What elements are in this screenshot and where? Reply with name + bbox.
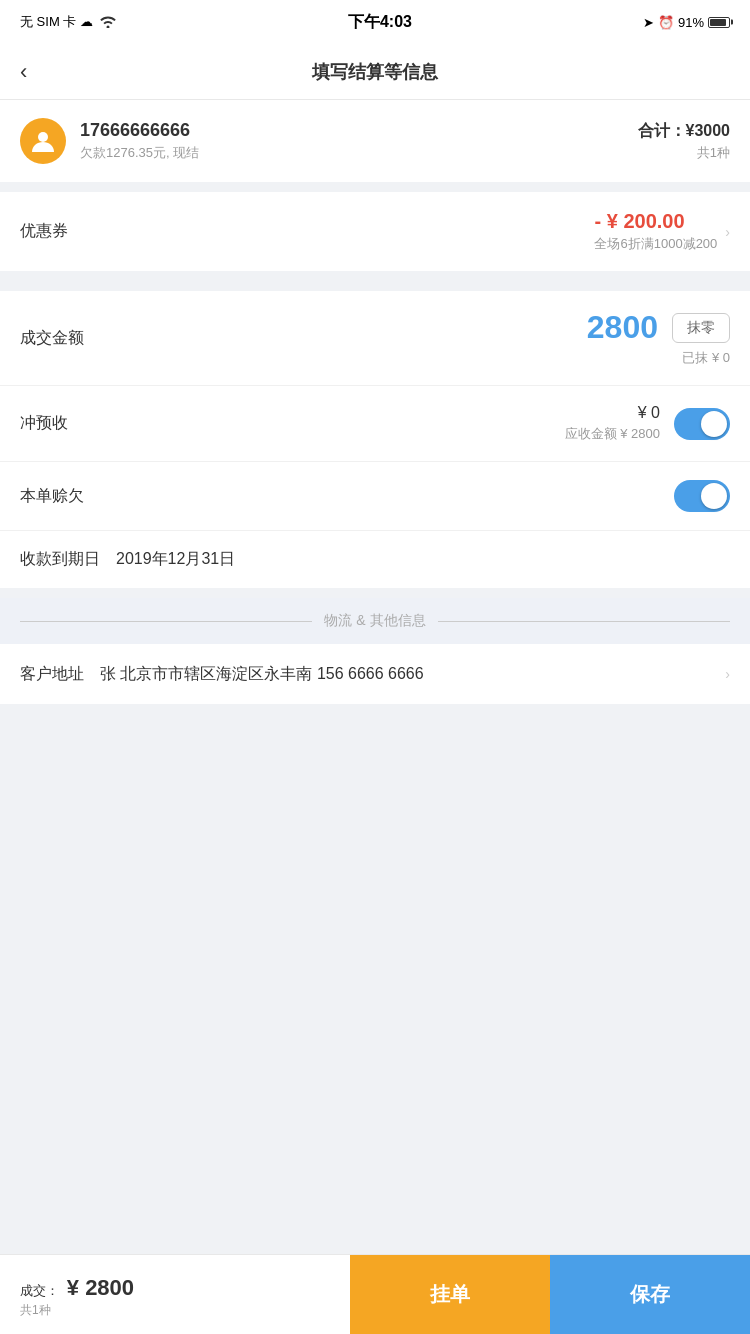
customer-debt: 欠款1276.35元, 现结 <box>80 144 199 162</box>
due-date-label: 收款到期日 <box>20 549 100 570</box>
footer: 成交： ¥ 2800 共1种 挂单 保存 <box>0 1254 750 1334</box>
deal-amount-value: 2800 <box>587 309 658 346</box>
footer-amount: ¥ 2800 <box>67 1275 134 1300</box>
address-label: 客户地址 <box>20 664 84 685</box>
battery-icon <box>708 17 730 28</box>
location-icon: ➤ <box>643 15 654 30</box>
deal-amount-label: 成交金额 <box>20 328 84 349</box>
customer-left: 17666666666 欠款1276.35元, 现结 <box>20 118 199 164</box>
svg-point-0 <box>38 132 48 142</box>
footer-deal-row: 成交： ¥ 2800 <box>20 1270 330 1302</box>
status-time: 下午4:03 <box>348 12 412 33</box>
wifi-icon <box>99 14 117 31</box>
prepay-sub: 应收金额 ¥ 2800 <box>565 425 660 443</box>
back-button[interactable]: ‹ <box>20 59 27 85</box>
customer-info: 17666666666 欠款1276.35元, 现结 <box>80 120 199 162</box>
footer-info: 成交： ¥ 2800 共1种 <box>0 1270 350 1319</box>
coupon-desc: 全场6折满1000减200 <box>594 235 717 253</box>
logistics-text: 物流 & 其他信息 <box>312 612 437 630</box>
prepay-value-block: ¥ 0 应收金额 ¥ 2800 <box>565 404 660 443</box>
status-bar: 无 SIM 卡 ☁ 下午4:03 ➤ ⏰ 91% <box>0 0 750 44</box>
address-arrow-icon: › <box>725 666 730 682</box>
footer-count: 共1种 <box>20 1302 330 1319</box>
coupon-amount: - ¥ 200.00 <box>594 210 717 233</box>
address-row[interactable]: 客户地址 张 北京市市辖区海淀区永丰南 156 6666 6666 › <box>0 644 750 704</box>
status-left: 无 SIM 卡 ☁ <box>20 13 117 31</box>
section-gap-1 <box>0 281 750 291</box>
debt-row: 本单赊欠 <box>0 461 750 530</box>
avatar <box>20 118 66 164</box>
form-section: 成交金额 2800 抹零 已抹 ¥ 0 冲预收 ¥ 0 应收金额 ¥ 2800 <box>0 291 750 588</box>
sim-label: 无 SIM 卡 ☁ <box>20 13 93 31</box>
prepay-toggle[interactable] <box>674 408 730 440</box>
page-title: 填写结算等信息 <box>312 60 438 84</box>
deal-amount-sub: 已抹 ¥ 0 <box>587 349 730 367</box>
customer-phone: 17666666666 <box>80 120 199 141</box>
save-button[interactable]: 保存 <box>550 1255 750 1335</box>
customer-card: 17666666666 欠款1276.35元, 现结 合计：¥3000 共1种 <box>0 100 750 182</box>
coupon-right: - ¥ 200.00 全场6折满1000减200 › <box>594 210 730 253</box>
bottom-spacer <box>0 704 750 824</box>
prepay-label: 冲预收 <box>20 413 68 434</box>
content-area: 17666666666 欠款1276.35元, 现结 合计：¥3000 共1种 … <box>0 100 750 824</box>
coupon-label: 优惠券 <box>20 221 68 242</box>
total-count: 共1种 <box>638 144 731 162</box>
debt-toggle[interactable] <box>674 480 730 512</box>
debt-label: 本单赊欠 <box>20 486 84 507</box>
battery-percent: 91% <box>678 15 704 30</box>
coupon-row[interactable]: 优惠券 - ¥ 200.00 全场6折满1000减200 › <box>0 192 750 271</box>
coupon-arrow-icon: › <box>725 224 730 240</box>
logistics-divider: 物流 & 其他信息 <box>0 598 750 644</box>
status-right: ➤ ⏰ 91% <box>643 15 730 30</box>
deal-amount-row: 成交金额 2800 抹零 已抹 ¥ 0 <box>0 291 750 385</box>
toggle-knob <box>701 411 727 437</box>
due-date-value: 2019年12月31日 <box>116 549 235 570</box>
prepay-right: ¥ 0 应收金额 ¥ 2800 <box>565 404 730 443</box>
logistics-line-left <box>20 621 312 622</box>
prepay-amount: ¥ 0 <box>565 404 660 422</box>
due-date-row: 收款到期日 2019年12月31日 <box>0 530 750 588</box>
customer-right: 合计：¥3000 共1种 <box>638 121 731 162</box>
alarm-icon: ⏰ <box>658 15 674 30</box>
address-value: 张 北京市市辖区海淀区永丰南 156 6666 6666 <box>100 662 725 686</box>
prepay-row: 冲预收 ¥ 0 应收金额 ¥ 2800 <box>0 385 750 461</box>
nav-bar: ‹ 填写结算等信息 <box>0 44 750 100</box>
footer-deal-label: 成交： <box>20 1283 59 1298</box>
debt-toggle-knob <box>701 483 727 509</box>
hang-button[interactable]: 挂单 <box>350 1255 550 1335</box>
total-amount: 合计：¥3000 <box>638 121 731 142</box>
deal-amount-right: 2800 抹零 <box>587 309 730 346</box>
logistics-line-right <box>438 621 730 622</box>
round-button[interactable]: 抹零 <box>672 313 730 343</box>
